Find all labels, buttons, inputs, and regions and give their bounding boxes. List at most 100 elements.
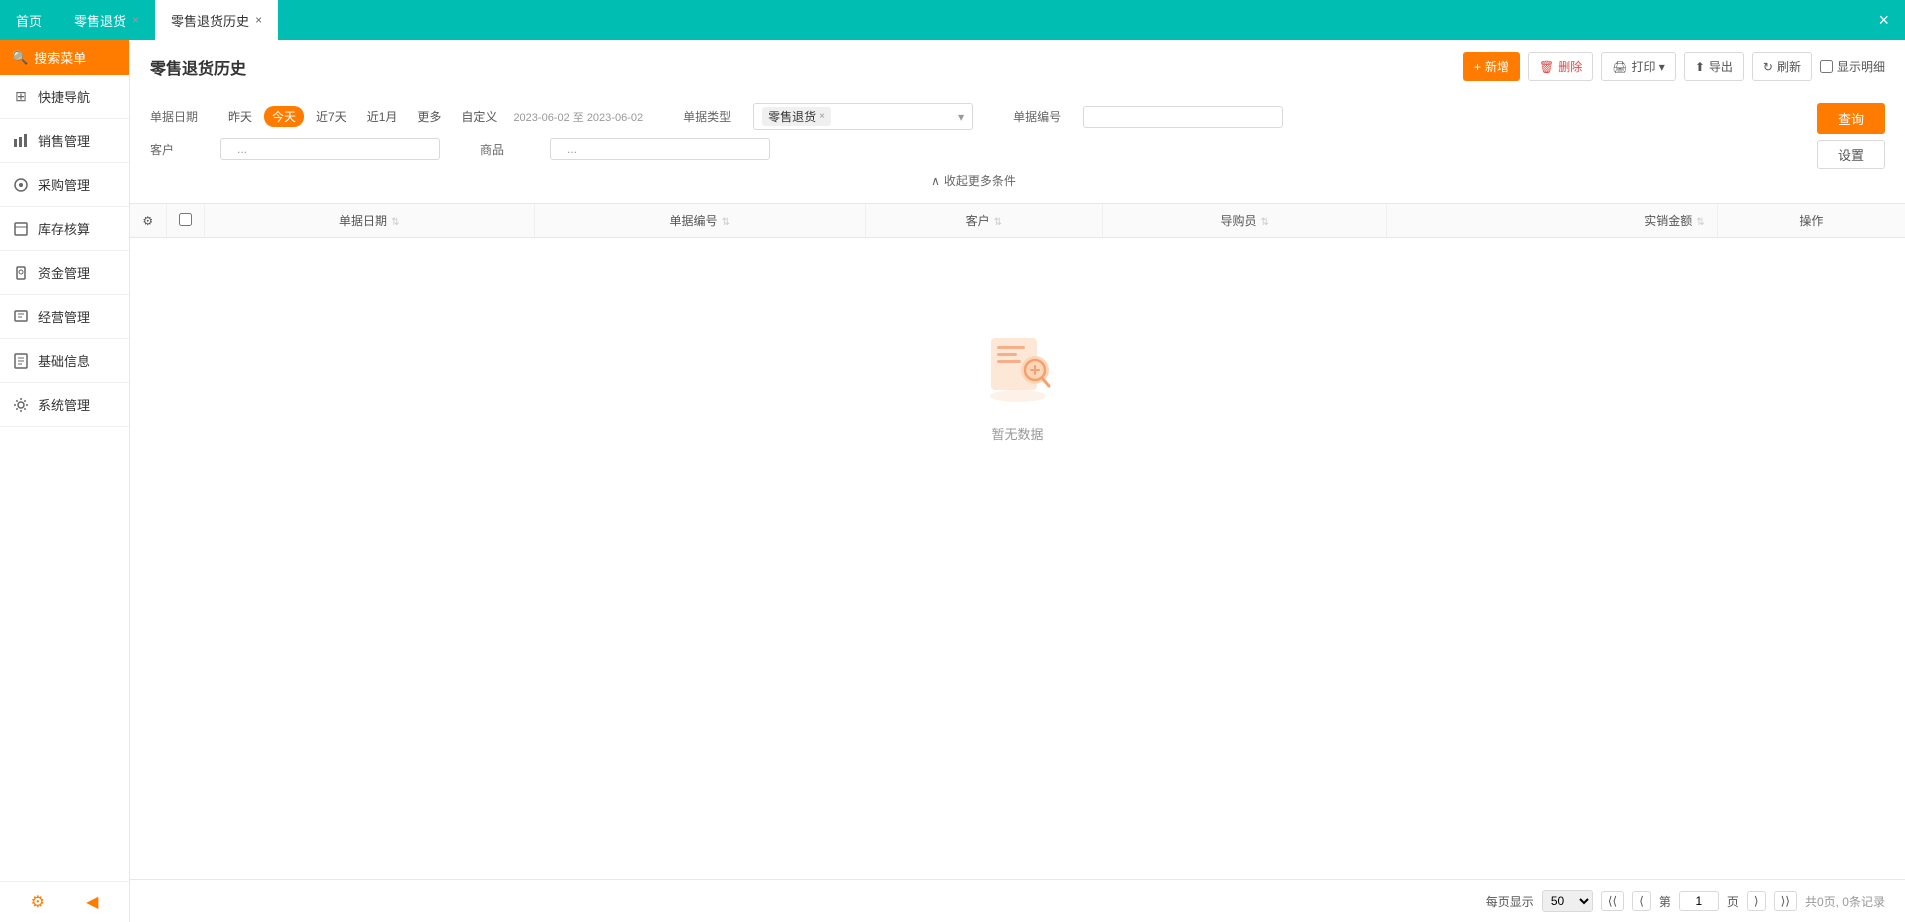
sidebar-search-label: 搜索菜单 [34,48,86,67]
doc-no-label: 单据编号 [1013,108,1083,125]
sidebar-item-inventory[interactable]: 库存核算 [0,207,129,251]
sidebar-item-purchase-mgmt[interactable]: 采购管理 [0,163,129,207]
inventory-icon [12,220,30,238]
sidebar-item-system-mgmt[interactable]: 系统管理 [0,383,129,427]
data-table: ⚙ 单据日期⇅ 单据编号⇅ 客户⇅ [130,204,1905,523]
refresh-icon: ↻ [1763,60,1773,74]
date-btn-yesterday[interactable]: 昨天 [220,106,260,127]
print-button[interactable]: 🖨 打印 ▾ [1601,52,1676,81]
tab-retail-return-close[interactable]: × [132,13,139,27]
page-total: 共0页, 0条记录 [1805,893,1885,910]
filter-row-2: 客户 ... 商品 ... [150,138,1797,160]
tab-retail-return-history[interactable]: 零售退货历史 × [155,0,278,40]
quick-nav-icon: ⊞ [12,88,30,106]
doc-type-tag: 零售退货 × [762,107,831,126]
empty-state-text: 暂无数据 [991,424,1043,443]
top-tab-bar: + 新增 首页 零售退货 × 零售退货历史 × × [0,0,1905,40]
refresh-button[interactable]: ↻ 刷新 [1752,52,1812,81]
filter-actions: 查询 设置 [1817,103,1885,169]
pagination-bar: 每页显示 50 10 20 100 ⟨⟨ ⟨ 第 页 ⟩ ⟩⟩ 共0页, 0条记… [130,879,1905,922]
date-btn-1month[interactable]: 近1月 [359,106,406,127]
sales-mgmt-icon [12,132,30,150]
date-range-text: 2023-06-02 至 2023-06-02 [513,109,643,125]
th-checkbox[interactable] [166,204,204,238]
last-page-btn[interactable]: ⟩⟩ [1774,891,1797,911]
sidebar-item-inventory-label: 库存核算 [38,219,90,238]
window-close-button[interactable]: × [1862,10,1905,31]
display-detail-checkbox[interactable]: 显示明细 [1820,58,1885,75]
sort-doc-date-icon: ⇅ [391,217,399,228]
sidebar-item-finance-label: 资金管理 [38,263,90,282]
empty-state: 暂无数据 [130,238,1905,523]
sidebar-search[interactable]: 🔍 搜索菜单 [0,40,129,75]
collapse-sidebar-icon[interactable]: ◀ [86,892,98,912]
tab-retail-return-history-close[interactable]: × [255,13,262,27]
th-doc-no[interactable]: 单据编号⇅ [535,204,866,238]
sidebar-item-base-info[interactable]: 基础信息 [0,339,129,383]
settings-col-icon: ⚙ [142,214,153,228]
sidebar-item-system-label: 系统管理 [38,395,90,414]
delete-button[interactable]: 🗑 删除 [1528,52,1593,81]
page-title-row: 零售退货历史 + + 新增 新增 🗑 删除 🖨 打印 ▾ [150,52,1885,81]
base-info-icon [12,352,30,370]
prev-page-btn[interactable]: ⟨ [1632,891,1651,911]
page-size-label: 每页显示 [1486,893,1534,910]
tab-retail-return[interactable]: 零售退货 × [58,0,155,40]
sidebar-item-finance[interactable]: 资金管理 [0,251,129,295]
collapse-filter-btn[interactable]: ∧ 收起更多条件 [150,168,1797,193]
date-btn-7days[interactable]: 近7天 [308,106,355,127]
th-doc-date[interactable]: 单据日期⇅ [204,204,535,238]
sort-guide-icon: ⇅ [1260,217,1268,228]
main-layout: 🔍 搜索菜单 ⊞ 快捷导航 销售管理 采购管理 库存核算 [0,40,1905,922]
settings-button[interactable]: 设置 [1817,140,1885,169]
next-page-btn[interactable]: ⟩ [1747,891,1766,911]
th-settings[interactable]: ⚙ [130,204,166,238]
search-icon: 🔍 [12,50,28,66]
export-icon: ⬆ [1695,60,1705,74]
doc-type-label: 单据类型 [683,108,753,125]
display-detail-input[interactable] [1820,60,1833,73]
doc-type-tag-close[interactable]: × [819,111,825,122]
first-page-btn[interactable]: ⟨⟨ [1601,891,1624,911]
system-mgmt-icon [12,396,30,414]
sidebar-item-quick-nav[interactable]: ⊞ 快捷导航 [0,75,129,119]
toolbar: + + 新增 新增 🗑 删除 🖨 打印 ▾ ⬆ 导出 [1463,52,1885,81]
empty-state-row: 暂无数据 [130,238,1905,524]
page-label-prefix: 第 [1659,893,1671,910]
query-button[interactable]: 查询 [1817,103,1885,134]
table-wrapper: ⚙ 单据日期⇅ 单据编号⇅ 客户⇅ [130,204,1905,879]
new-icon: + [1474,60,1481,74]
export-button[interactable]: ⬆ 导出 [1684,52,1744,81]
tab-home[interactable]: + 新增 首页 [0,0,58,40]
page-size-select[interactable]: 50 10 20 100 [1542,890,1593,912]
empty-state-icon [973,318,1063,408]
select-all-checkbox[interactable] [179,213,192,226]
sidebar-item-ops-mgmt[interactable]: 经营管理 [0,295,129,339]
page-label-suffix: 页 [1727,893,1739,910]
date-btn-today[interactable]: 今天 [264,106,304,127]
page-title: 零售退货历史 [150,55,246,79]
goods-filter-label: 商品 [480,141,550,158]
th-customer[interactable]: 客户⇅ [865,204,1103,238]
page-header: 零售退货历史 + + 新增 新增 🗑 删除 🖨 打印 ▾ [130,40,1905,204]
customer-select[interactable]: ... [220,138,440,160]
sidebar-item-quick-nav-label: 快捷导航 [38,87,90,106]
th-actual-amount[interactable]: 实销金额⇅ [1387,204,1718,238]
ops-mgmt-icon [12,308,30,326]
sidebar-item-sales-mgmt[interactable]: 销售管理 [0,119,129,163]
page-number-input[interactable] [1679,891,1719,911]
goods-select[interactable]: ... [550,138,770,160]
doc-type-select[interactable]: 零售退货 × ▾ [753,103,973,130]
collapse-up-icon: ∧ [931,174,940,188]
sidebar-bottom: ⚙ ◀ [0,881,129,922]
sort-doc-no-icon: ⇅ [722,217,730,228]
date-btn-custom[interactable]: 自定义 [453,106,505,127]
sort-amount-icon: ⇅ [1696,217,1704,228]
new-button[interactable]: + + 新增 新增 [1463,52,1520,81]
doc-no-input[interactable] [1083,106,1283,128]
date-filter-group: 昨天 今天 近7天 近1月 更多 自定义 2023-06-02 至 2023-0… [220,106,643,127]
th-guide[interactable]: 导购员⇅ [1103,204,1387,238]
date-filter-label: 单据日期 [150,108,220,125]
settings-bottom-icon[interactable]: ⚙ [31,892,45,912]
date-btn-more[interactable]: 更多 [409,106,449,127]
